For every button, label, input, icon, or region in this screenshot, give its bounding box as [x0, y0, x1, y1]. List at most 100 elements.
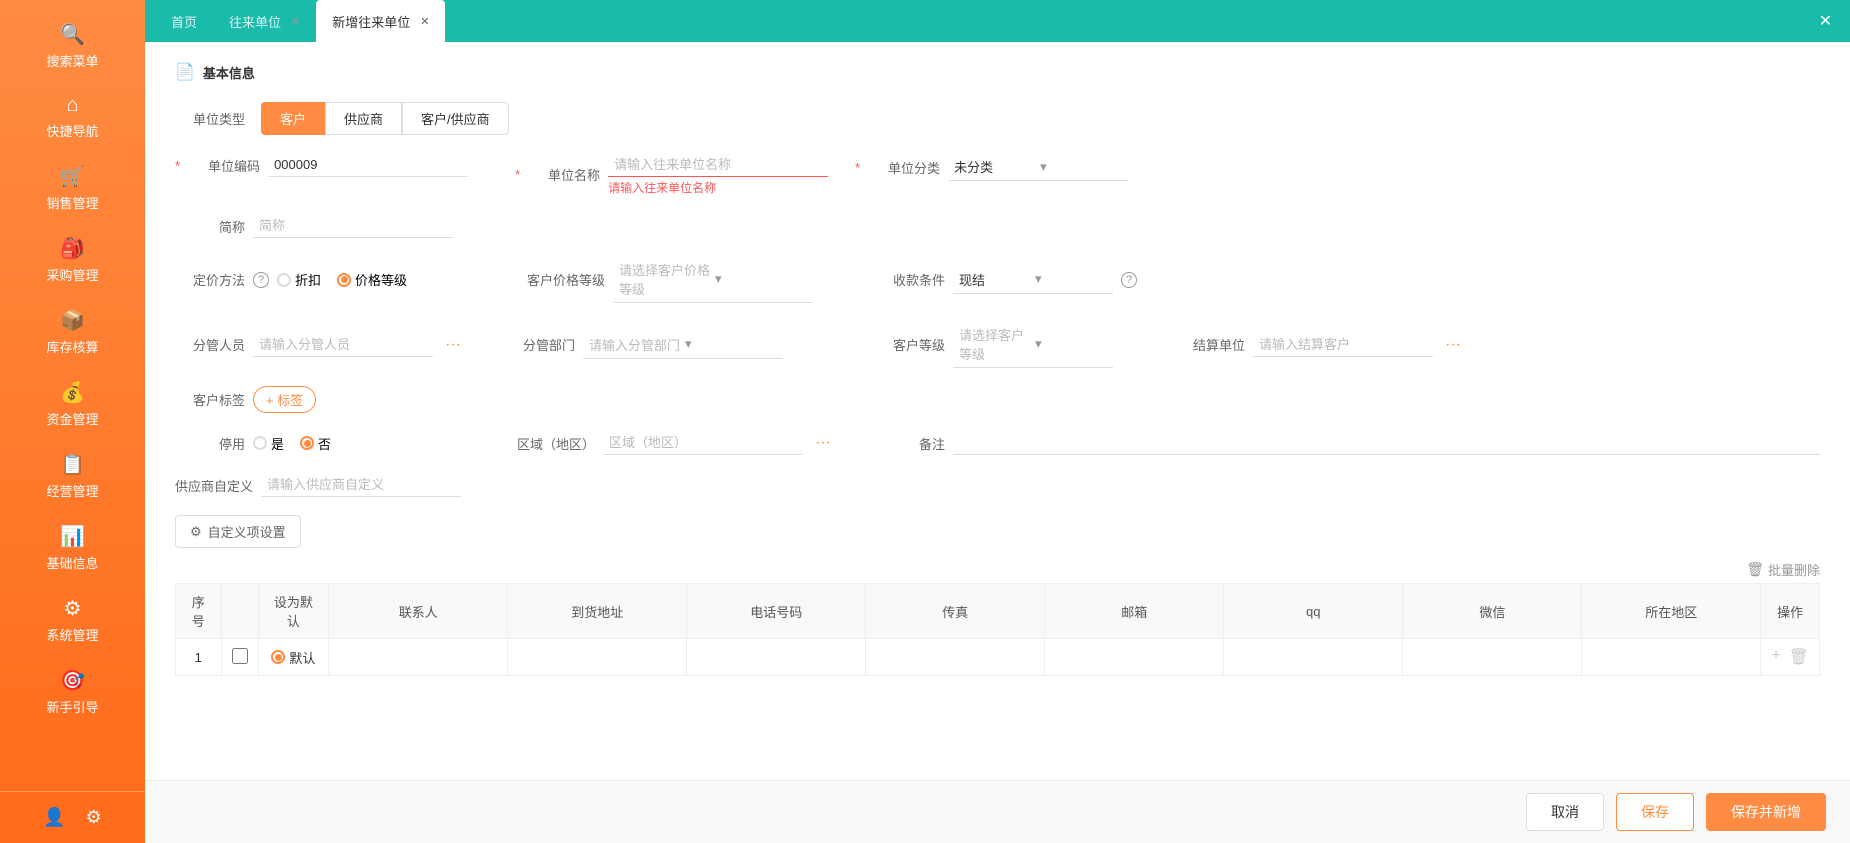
- supplier-custom-group: 供应商自定义: [175, 473, 515, 497]
- table-row: 1 默认: [176, 639, 1820, 676]
- region-dots[interactable]: ···: [811, 434, 835, 452]
- user-icon[interactable]: 👤: [43, 807, 65, 828]
- save-new-button[interactable]: 保存并新增: [1706, 793, 1826, 831]
- abbr-group: 简称: [175, 214, 515, 238]
- pricing-method-group: 定价方法 ? 折扣 价格等级: [175, 270, 515, 289]
- dept-arrow: ▾: [685, 336, 777, 352]
- unit-type-customer[interactable]: 客户: [261, 102, 325, 135]
- close-all-tabs[interactable]: ✕: [1811, 11, 1840, 31]
- cell-region[interactable]: [1582, 639, 1761, 676]
- qq-input[interactable]: [1234, 650, 1392, 665]
- supervisor-dots[interactable]: ···: [441, 336, 465, 354]
- col-contact: 联系人: [329, 584, 508, 639]
- sidebar-item-purchase[interactable]: 🎒 采购管理: [0, 224, 145, 296]
- supplier-custom-label: 供应商自定义: [175, 476, 253, 495]
- system-icon: ⚙: [64, 596, 82, 621]
- tab-home[interactable]: 首页: [155, 0, 213, 42]
- no-radio[interactable]: 否: [300, 434, 331, 453]
- region-group: 区域（地区） ···: [515, 431, 875, 455]
- footer-bar: 取消 保存 保存并新增: [145, 780, 1850, 843]
- dept-group: 分管部门 请输入分管部门 ▾: [515, 331, 875, 359]
- cell-contact[interactable]: [329, 639, 508, 676]
- settlement-label: 结算单位: [1175, 335, 1245, 354]
- sidebar-item-search[interactable]: 🔍 搜索菜单: [0, 10, 145, 82]
- add-tag-button[interactable]: + 标签: [253, 386, 316, 413]
- payment-terms-select[interactable]: 现结 ▾: [953, 266, 1113, 294]
- supervisor-input[interactable]: [253, 333, 433, 357]
- pricing-radio-group: 折扣 价格等级: [277, 270, 407, 289]
- sidebar-item-system[interactable]: ⚙ 系统管理: [0, 584, 145, 656]
- cell-address[interactable]: [508, 639, 687, 676]
- sidebar: 🔍 搜索菜单 ⌂ 快捷导航 🛒 销售管理 🎒 采购管理 📦 库存核算 💰 资金管…: [0, 0, 145, 843]
- unit-code-group: * 单位编码: [175, 153, 515, 177]
- pricing-help-icon[interactable]: ?: [253, 272, 269, 288]
- customer-level-select[interactable]: 请选择客户等级 ▾: [953, 321, 1113, 368]
- supervisor-label: 分管人员: [175, 335, 245, 354]
- sidebar-item-sales[interactable]: 🛒 销售管理: [0, 152, 145, 224]
- settlement-input[interactable]: [1253, 333, 1433, 357]
- customer-price-select[interactable]: 请选择客户价格等级 ▾: [613, 256, 813, 303]
- cell-seq: 1: [176, 639, 222, 676]
- abbr-input[interactable]: [253, 214, 453, 238]
- sidebar-item-quicknav[interactable]: ⌂ 快捷导航: [0, 82, 145, 152]
- custom-settings-button[interactable]: ⚙ 自定义项设置: [175, 515, 301, 548]
- col-phone: 电话号码: [687, 584, 866, 639]
- close-new-partner-tab[interactable]: ✕: [420, 15, 429, 28]
- sidebar-item-newguide[interactable]: 🎯 新手引导: [0, 656, 145, 728]
- settings-icon[interactable]: ⚙: [86, 807, 102, 828]
- unit-name-label: 单位名称: [530, 165, 600, 184]
- unit-type-supplier[interactable]: 供应商: [325, 102, 402, 135]
- phone-input[interactable]: [697, 650, 855, 665]
- notes-input[interactable]: [953, 431, 1820, 455]
- wechat-input[interactable]: [1413, 650, 1571, 665]
- unit-type-buttons: 客户 供应商 客户/供应商: [261, 102, 509, 135]
- unit-name-wrapper: 请输入往来单位名称: [608, 153, 828, 196]
- cell-email[interactable]: [1045, 639, 1224, 676]
- email-input[interactable]: [1055, 650, 1213, 665]
- delete-row-icon[interactable]: 🗑: [1789, 647, 1809, 667]
- row-checkbox[interactable]: [232, 648, 248, 664]
- category-dropdown-arrow: ▾: [1040, 159, 1122, 175]
- settlement-dots[interactable]: ···: [1441, 336, 1465, 354]
- yes-radio[interactable]: 是: [253, 434, 284, 453]
- add-row-icon[interactable]: +: [1771, 647, 1780, 667]
- sidebar-item-inventory[interactable]: 📦 库存核算: [0, 296, 145, 368]
- sidebar-item-operations[interactable]: 📋 经营管理: [0, 440, 145, 512]
- unit-type-both[interactable]: 客户/供应商: [402, 102, 509, 135]
- cell-wechat[interactable]: [1403, 639, 1582, 676]
- close-partners-tab[interactable]: ✕: [291, 15, 300, 28]
- batch-delete-icon: 🗑: [1746, 561, 1764, 578]
- payment-terms-group: 收款条件 现结 ▾ ?: [875, 266, 1175, 294]
- supervisor-group: 分管人员 ···: [175, 333, 515, 357]
- unit-code-input[interactable]: [268, 153, 468, 177]
- payment-help-icon[interactable]: ?: [1121, 272, 1137, 288]
- unit-name-input[interactable]: [608, 153, 828, 177]
- price-level-radio[interactable]: 价格等级: [337, 270, 407, 289]
- cell-fax[interactable]: [866, 639, 1045, 676]
- sidebar-item-finance[interactable]: 💰 资金管理: [0, 368, 145, 440]
- cancel-button[interactable]: 取消: [1526, 793, 1604, 831]
- col-email: 邮箱: [1045, 584, 1224, 639]
- discount-radio[interactable]: 折扣: [277, 270, 321, 289]
- region-table-input[interactable]: [1592, 650, 1750, 665]
- supplier-custom-row: 供应商自定义: [175, 473, 1820, 497]
- customer-price-arrow: ▾: [715, 271, 807, 287]
- unit-category-select[interactable]: 未分类 ▾: [948, 153, 1128, 181]
- default-radio[interactable]: 默认: [269, 648, 319, 667]
- batch-delete-label[interactable]: 批量删除: [1768, 560, 1820, 579]
- contact-input[interactable]: [339, 650, 497, 665]
- tab-partners[interactable]: 往来单位 ✕: [213, 0, 316, 42]
- save-button[interactable]: 保存: [1616, 793, 1694, 831]
- col-address: 到货地址: [508, 584, 687, 639]
- supplier-custom-input[interactable]: [261, 473, 461, 497]
- cell-phone[interactable]: [687, 639, 866, 676]
- supervisor-row: 分管人员 ··· 分管部门 请输入分管部门 ▾ 客户等级 请选择客户等级 ▾ 结…: [175, 321, 1820, 368]
- dept-select[interactable]: 请输入分管部门 ▾: [583, 331, 783, 359]
- fax-input[interactable]: [876, 650, 1034, 665]
- tab-new-partner[interactable]: 新增往来单位 ✕: [316, 0, 445, 42]
- cell-qq[interactable]: [1224, 639, 1403, 676]
- address-input[interactable]: [518, 650, 676, 665]
- region-input[interactable]: [603, 431, 803, 455]
- sidebar-item-basic[interactable]: 📊 基础信息: [0, 512, 145, 584]
- pricing-row: 定价方法 ? 折扣 价格等级 客户价格等级 请选择客户价格等级: [175, 256, 1820, 303]
